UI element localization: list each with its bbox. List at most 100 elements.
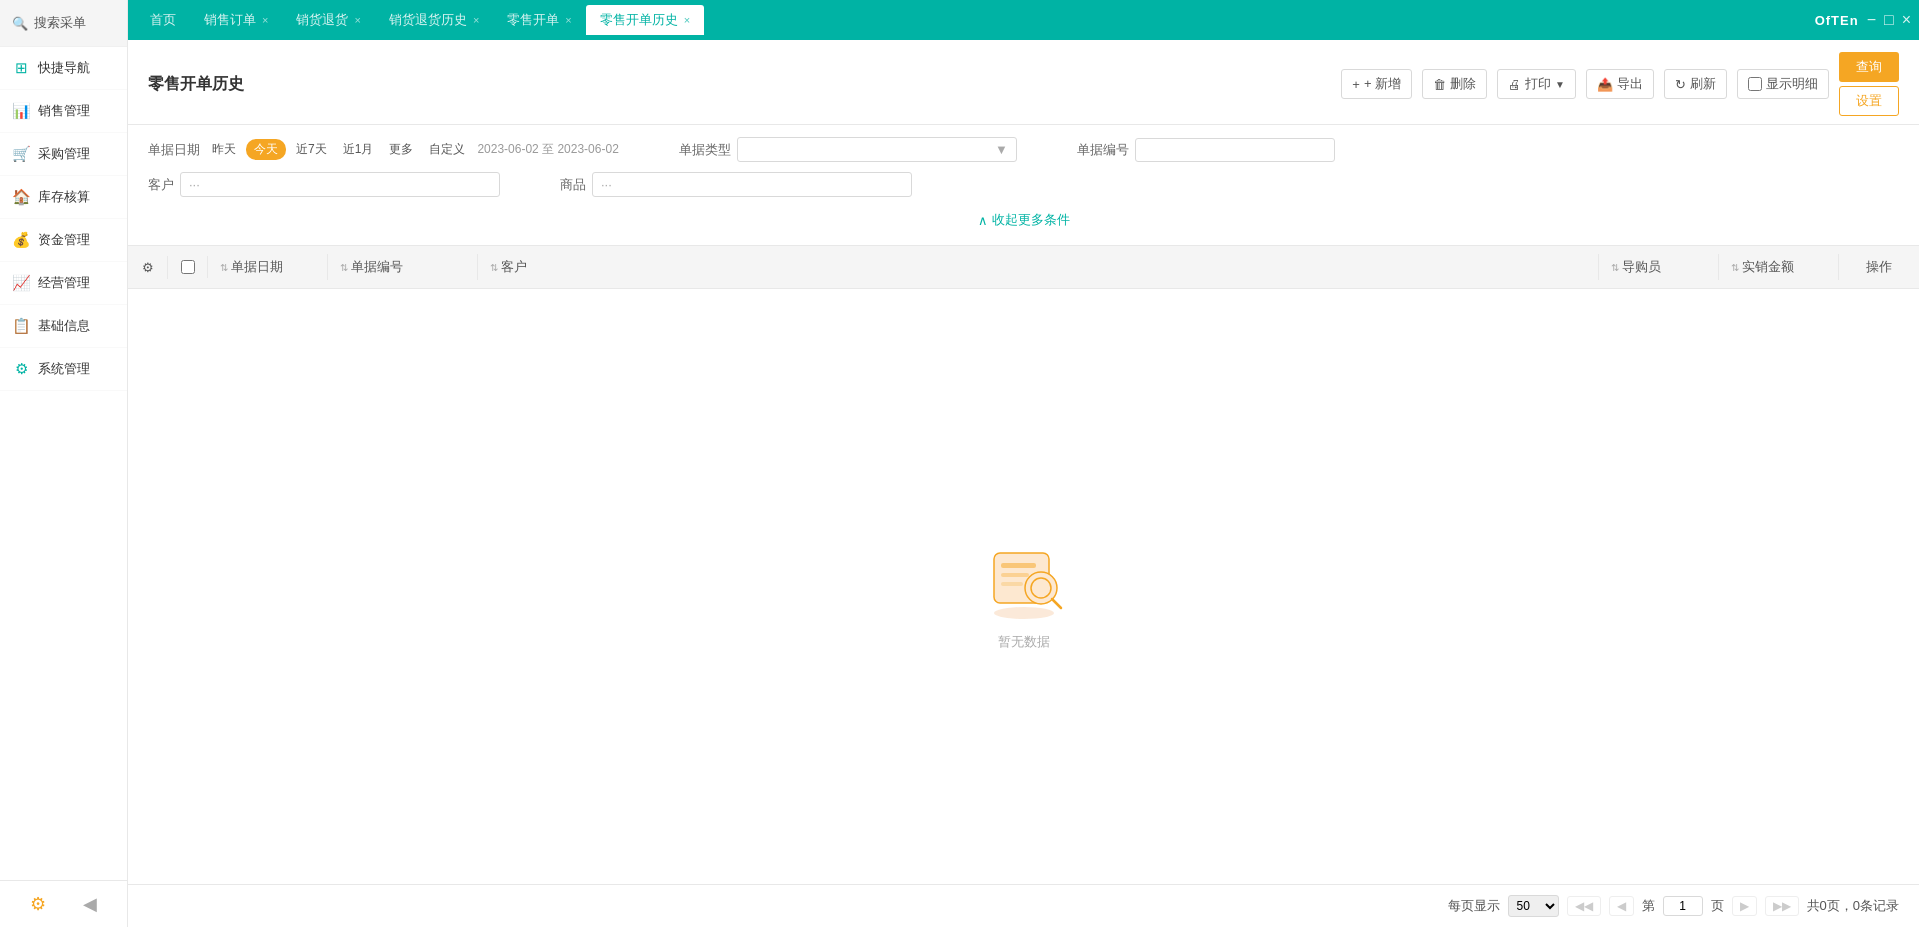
- th-check[interactable]: [168, 256, 208, 278]
- per-page-label: 每页显示: [1448, 897, 1500, 915]
- select-all-checkbox[interactable]: [181, 260, 195, 274]
- th-action-label: 操作: [1866, 258, 1892, 276]
- page-input[interactable]: [1663, 896, 1703, 916]
- client-select[interactable]: ···: [180, 172, 500, 197]
- purchase-mgmt-icon: 🛒: [12, 145, 30, 163]
- setting-button[interactable]: 设置: [1839, 86, 1899, 116]
- th-action: 操作: [1839, 254, 1919, 280]
- tab-retail-open[interactable]: 零售开单 ×: [493, 5, 585, 35]
- sidebar-item-purchase-mgmt[interactable]: 🛒 采购管理: [0, 133, 127, 176]
- svg-line-7: [1052, 599, 1061, 608]
- empty-text: 暂无数据: [998, 633, 1050, 651]
- window-close-icon[interactable]: ×: [1902, 11, 1911, 29]
- main-area: 首页 销售订单 × 销货退货 × 销货退货历史 × 零售开单 × 零售开单历史 …: [128, 0, 1919, 927]
- tab-sales-return-history-close[interactable]: ×: [473, 14, 479, 26]
- tab-sales-order-label: 销售订单: [204, 11, 256, 29]
- tab-sales-order[interactable]: 销售订单 ×: [190, 5, 282, 35]
- sidebar-item-quick-nav[interactable]: ⊞ 快捷导航: [0, 47, 127, 90]
- page-label: 第: [1642, 897, 1655, 915]
- refresh-button[interactable]: ↻ 刷新: [1664, 69, 1727, 99]
- date-btn-7days[interactable]: 近7天: [290, 139, 333, 160]
- quick-nav-icon: ⊞: [12, 59, 30, 77]
- table-area: ⚙ ⇅ 单据日期 ⇅ 单据编号 ⇅ 客户 ⇅: [128, 246, 1919, 927]
- sidebar-item-sales-mgmt[interactable]: 📊 销售管理: [0, 90, 127, 133]
- window-maximize-icon[interactable]: □: [1884, 11, 1894, 29]
- svg-point-0: [994, 607, 1054, 619]
- collapse-button[interactable]: ∧ 收起更多条件: [978, 207, 1070, 233]
- display-detail-button[interactable]: 显示明细: [1737, 69, 1829, 99]
- per-page-select[interactable]: 50 10 20 100: [1508, 895, 1559, 917]
- sidebar-item-sys-mgmt[interactable]: ⚙ 系统管理: [0, 348, 127, 391]
- svg-rect-2: [1001, 563, 1036, 568]
- svg-rect-3: [1001, 573, 1029, 577]
- tab-bar-right: OfTEn − □ ×: [1805, 11, 1911, 29]
- th-date-label: 单据日期: [231, 258, 283, 276]
- date-btn-yesterday[interactable]: 昨天: [206, 139, 242, 160]
- sidebar-item-label: 采购管理: [38, 145, 90, 163]
- sidebar-search[interactable]: 🔍 搜索采单: [0, 0, 127, 47]
- collapse-icon: ∧: [978, 213, 988, 228]
- next-page-button[interactable]: ▶: [1732, 896, 1757, 916]
- tab-sales-order-close[interactable]: ×: [262, 14, 268, 26]
- tab-sales-return[interactable]: 销货退货 ×: [282, 5, 374, 35]
- date-btn-more[interactable]: 更多: [383, 139, 419, 160]
- tab-retail-open-close[interactable]: ×: [565, 14, 571, 26]
- date-btn-today[interactable]: 今天: [246, 139, 286, 160]
- tab-home[interactable]: 首页: [136, 5, 190, 35]
- last-page-button[interactable]: ▶▶: [1765, 896, 1799, 916]
- first-page-button[interactable]: ◀◀: [1567, 896, 1601, 916]
- filter-area: 单据日期 昨天 今天 近7天 近1月 更多 自定义 2023-06-02 至 2…: [128, 125, 1919, 246]
- tab-sales-return-history[interactable]: 销货退货历史 ×: [375, 5, 493, 35]
- svg-rect-4: [1001, 582, 1023, 586]
- operations-icon: 📈: [12, 274, 30, 292]
- add-button[interactable]: + + 新增: [1341, 69, 1412, 99]
- collapse-sidebar-icon[interactable]: ◀: [83, 893, 97, 915]
- date-btn-custom[interactable]: 自定义: [423, 139, 471, 160]
- toolbar: + + 新增 🗑 删除 🖨 打印 ▼ 📤 导出: [1341, 52, 1899, 116]
- th-settings[interactable]: ⚙: [128, 256, 168, 279]
- sidebar-item-finance[interactable]: 💰 资金管理: [0, 219, 127, 262]
- filter-date-btns: 昨天 今天 近7天 近1月 更多 自定义: [206, 139, 471, 160]
- th-guide-label: 导购员: [1622, 258, 1661, 276]
- th-amount[interactable]: ⇅ 实销金额: [1719, 254, 1839, 280]
- window-minimize-icon[interactable]: −: [1867, 11, 1876, 29]
- date-btn-1month[interactable]: 近1月: [337, 139, 380, 160]
- query-button[interactable]: 查询: [1839, 52, 1899, 82]
- sidebar-item-label: 系统管理: [38, 360, 90, 378]
- sidebar-item-inventory[interactable]: 🏠 库存核算: [0, 176, 127, 219]
- tab-sales-return-close[interactable]: ×: [354, 14, 360, 26]
- delete-button[interactable]: 🗑 删除: [1422, 69, 1487, 99]
- sidebar-item-base-info[interactable]: 📋 基础信息: [0, 305, 127, 348]
- collapse-row: ∧ 收起更多条件: [148, 207, 1899, 233]
- export-icon: 📤: [1597, 77, 1613, 92]
- sales-mgmt-icon: 📊: [12, 102, 30, 120]
- sort-amount-icon: ⇅: [1731, 262, 1739, 273]
- th-client-label: 客户: [501, 258, 527, 276]
- doc-no-input[interactable]: [1135, 138, 1335, 162]
- sidebar-item-operations[interactable]: 📈 经营管理: [0, 262, 127, 305]
- th-client[interactable]: ⇅ 客户: [478, 254, 1599, 280]
- brand-label: OfTEn: [1815, 13, 1859, 28]
- settings-icon[interactable]: ⚙: [30, 893, 46, 915]
- doc-type-label: 单据类型: [679, 141, 731, 159]
- th-no[interactable]: ⇅ 单据编号: [328, 254, 478, 280]
- goods-select[interactable]: ···: [592, 172, 912, 197]
- sidebar: 🔍 搜索采单 ⊞ 快捷导航 📊 销售管理 🛒 采购管理 🏠 库存核算 💰 资金管…: [0, 0, 128, 927]
- empty-illustration: [969, 523, 1079, 633]
- page-title-row: 零售开单历史 + + 新增 🗑 删除 🖨 打印 ▼: [148, 52, 1899, 124]
- th-date[interactable]: ⇅ 单据日期: [208, 254, 328, 280]
- th-guide[interactable]: ⇅ 导购员: [1599, 254, 1719, 280]
- display-detail-checkbox[interactable]: [1748, 77, 1762, 91]
- print-button[interactable]: 🖨 打印 ▼: [1497, 69, 1576, 99]
- collapse-label: 收起更多条件: [992, 211, 1070, 229]
- sidebar-bottom: ⚙ ◀: [0, 880, 127, 927]
- export-button[interactable]: 📤 导出: [1586, 69, 1654, 99]
- date-range: 2023-06-02 至 2023-06-02: [477, 141, 618, 158]
- doc-type-select[interactable]: ▼: [737, 137, 1017, 162]
- tab-retail-open-history[interactable]: 零售开单历史 ×: [586, 5, 704, 35]
- pagination: 每页显示 50 10 20 100 ◀◀ ◀ 第 页 ▶ ▶▶ 共0页，0条记录: [128, 884, 1919, 927]
- prev-page-button[interactable]: ◀: [1609, 896, 1634, 916]
- tab-retail-open-history-close[interactable]: ×: [684, 14, 690, 26]
- print-dropdown-icon: ▼: [1555, 79, 1565, 90]
- query-btns: 查询 设置: [1839, 52, 1899, 116]
